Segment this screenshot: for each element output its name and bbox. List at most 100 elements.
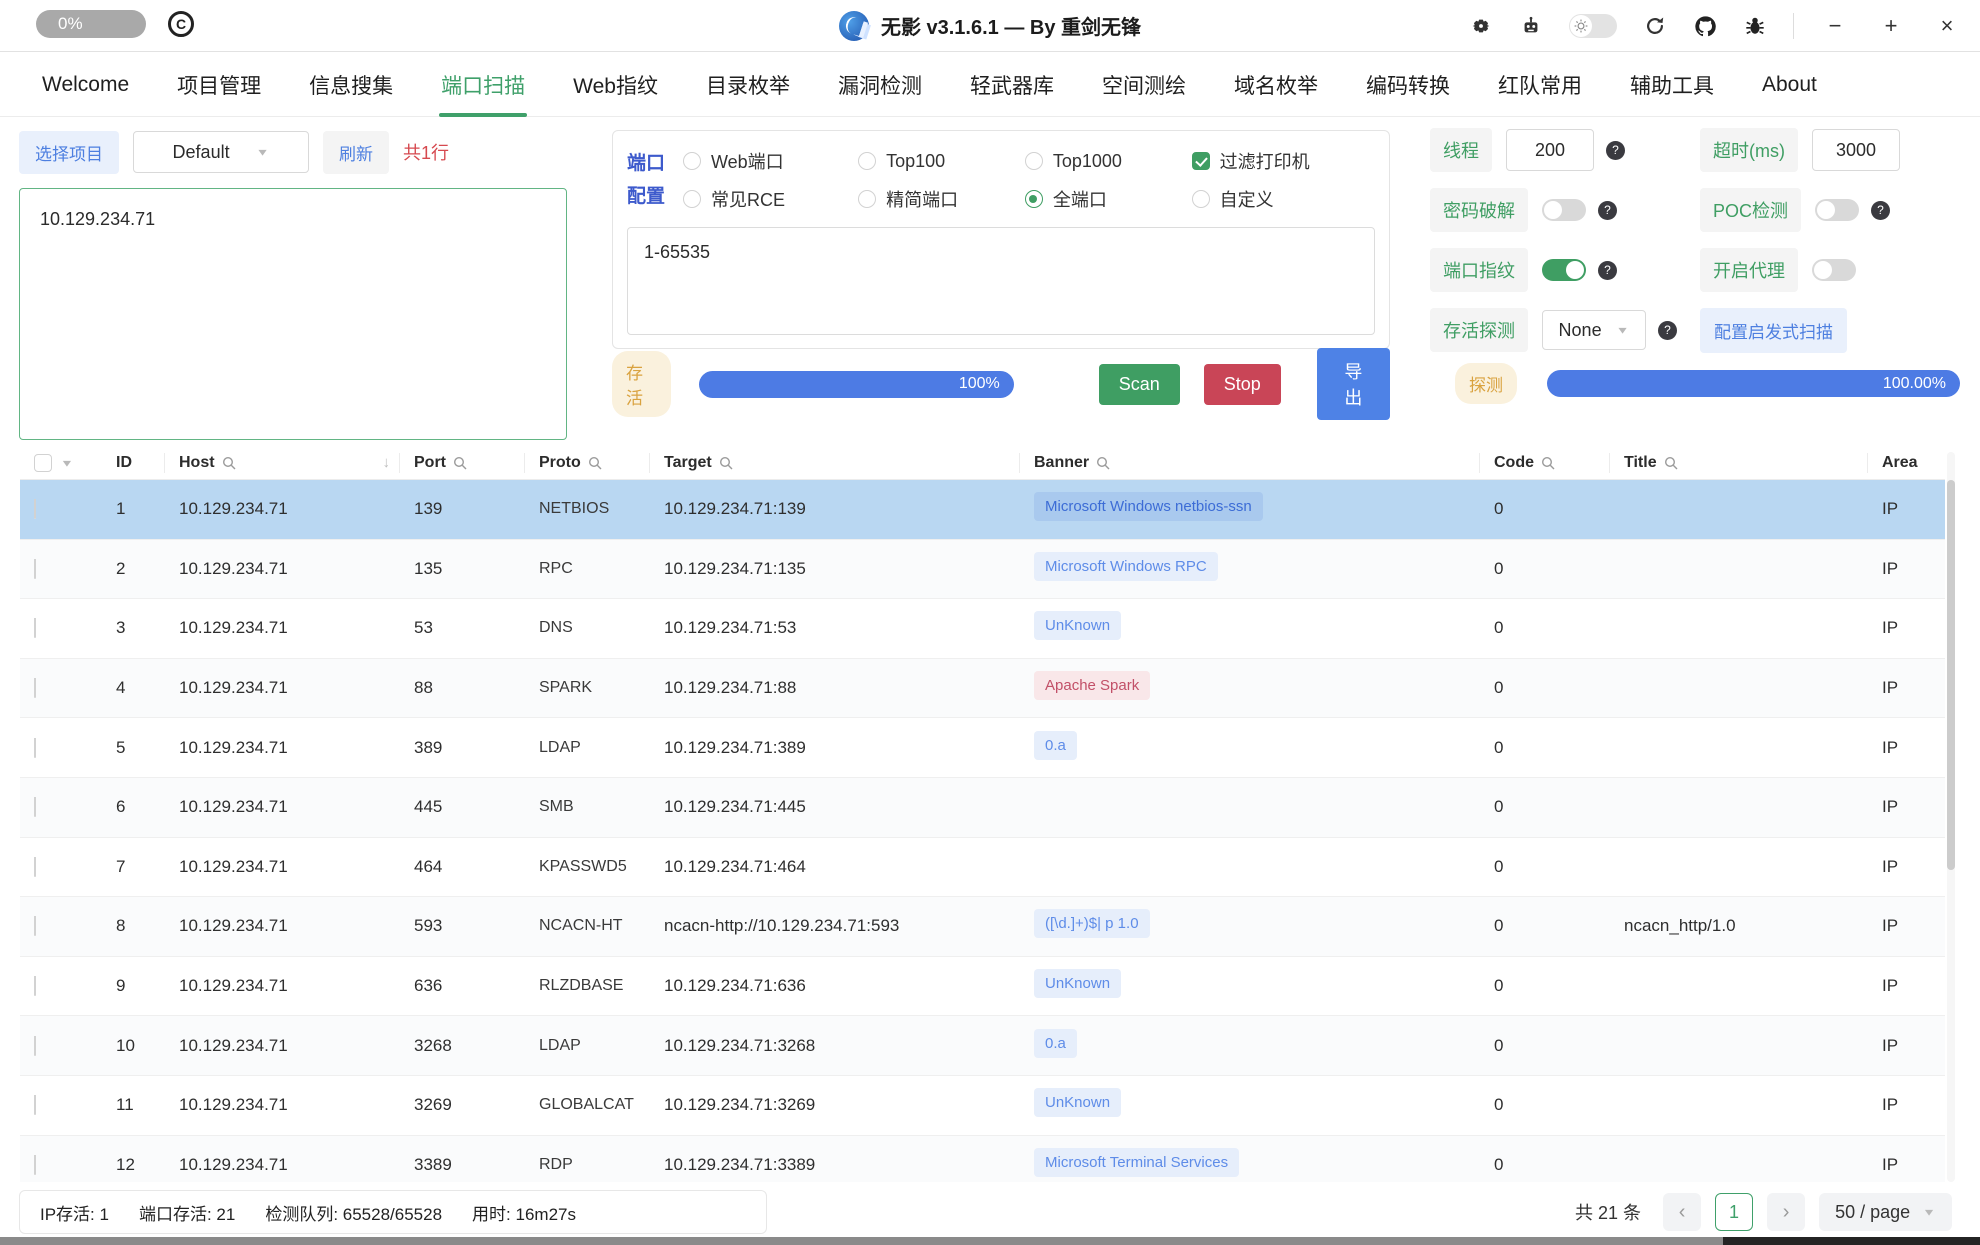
current-page-button[interactable]: 1 [1715, 1193, 1754, 1231]
port-option-Top100[interactable]: Top100 [858, 147, 1025, 175]
page-size-select[interactable]: 50 / page ▼ [1819, 1193, 1952, 1231]
table-row[interactable]: 2 10.129.234.71 135 RPC 10.129.234.71:13… [20, 539, 1945, 600]
nav-tab-Welcome[interactable]: Welcome [18, 53, 153, 116]
stop-button[interactable]: Stop [1203, 363, 1281, 405]
search-icon[interactable] [1096, 456, 1110, 470]
targets-input[interactable] [19, 188, 567, 440]
row-checkbox[interactable] [34, 797, 36, 818]
table-row[interactable]: 8 10.129.234.71 593 NCACN-HT ncacn-http:… [20, 897, 1945, 957]
gear-icon[interactable] [1469, 14, 1493, 38]
nav-tab-About[interactable]: About [1738, 53, 1841, 116]
help-icon[interactable]: ? [1871, 200, 1891, 220]
row-checkbox[interactable] [34, 678, 36, 699]
row-checkbox[interactable] [34, 976, 36, 997]
chevron-down-icon[interactable]: ▼ [60, 457, 74, 468]
search-icon[interactable] [1541, 456, 1555, 470]
radio-icon[interactable] [858, 190, 877, 209]
help-icon[interactable]: ? [1606, 140, 1625, 160]
nav-tab-目录枚举[interactable]: 目录枚举 [682, 53, 814, 116]
search-icon[interactable] [453, 456, 467, 470]
circle-c-icon[interactable]: C [168, 11, 194, 37]
table-row[interactable]: 12 10.129.234.71 3389 RDP 10.129.234.71:… [20, 1135, 1945, 1182]
nav-tab-轻武器库[interactable]: 轻武器库 [946, 53, 1078, 116]
horizontal-scrollbar-thumb[interactable] [0, 1237, 1723, 1245]
radio-icon[interactable] [1191, 190, 1210, 209]
prev-page-button[interactable]: ‹ [1663, 1193, 1702, 1231]
port-option-过滤打印机[interactable]: 过滤打印机 [1191, 147, 1375, 175]
refresh-button[interactable]: 刷新 [323, 130, 389, 174]
nav-tab-项目管理[interactable]: 项目管理 [153, 53, 285, 116]
port-option-常见RCE[interactable]: 常见RCE [683, 185, 858, 213]
header-banner[interactable]: Banner [1020, 446, 1480, 479]
port-fingerprint-toggle[interactable] [1542, 259, 1586, 281]
password-crack-toggle[interactable] [1542, 199, 1586, 221]
port-option-Web端口[interactable]: Web端口 [683, 147, 858, 175]
row-checkbox[interactable] [34, 558, 36, 579]
table-row[interactable]: 6 10.129.234.71 445 SMB 10.129.234.71:44… [20, 777, 1945, 838]
table-row[interactable]: 11 10.129.234.71 3269 GLOBALCAT 10.129.2… [20, 1075, 1945, 1136]
bug-icon[interactable] [1743, 14, 1767, 38]
project-select[interactable]: Default ▼ [133, 131, 309, 173]
row-checkbox[interactable] [34, 1154, 36, 1175]
table-row[interactable]: 1 10.129.234.71 139 NETBIOS 10.129.234.7… [20, 480, 1945, 540]
refresh-icon[interactable] [1643, 14, 1667, 38]
search-icon[interactable] [1664, 456, 1678, 470]
table-row[interactable]: 3 10.129.234.71 53 DNS 10.129.234.71:53 … [20, 599, 1945, 659]
checkbox-icon[interactable] [1191, 152, 1210, 171]
radio-icon[interactable] [1024, 190, 1043, 209]
proxy-toggle[interactable] [1812, 259, 1856, 281]
table-row[interactable]: 5 10.129.234.71 389 LDAP 10.129.234.71:3… [20, 718, 1945, 778]
nav-tab-Web指纹[interactable]: Web指纹 [549, 53, 682, 116]
header-proto[interactable]: Proto [525, 446, 650, 479]
port-option-全端口[interactable]: 全端口 [1024, 185, 1192, 213]
header-id[interactable]: ID [80, 446, 165, 479]
next-page-button[interactable]: › [1767, 1193, 1806, 1231]
search-icon[interactable] [588, 456, 602, 470]
nav-tab-信息搜集[interactable]: 信息搜集 [285, 53, 417, 116]
nav-tab-域名枚举[interactable]: 域名枚举 [1210, 53, 1342, 116]
row-checkbox[interactable] [34, 618, 36, 639]
row-checkbox[interactable] [34, 499, 36, 520]
ports-range-input[interactable] [627, 227, 1375, 335]
alive-detect-select[interactable]: None ▼ [1542, 310, 1646, 350]
table-scrollbar[interactable] [1947, 452, 1955, 1182]
table-row[interactable]: 9 10.129.234.71 636 RLZDBASE 10.129.234.… [20, 956, 1945, 1017]
select-all-checkbox[interactable] [34, 453, 52, 472]
header-title[interactable]: Title [1610, 446, 1868, 479]
poc-detect-toggle[interactable] [1815, 199, 1860, 221]
header-port[interactable]: Port [400, 446, 525, 479]
row-checkbox[interactable] [34, 856, 36, 877]
search-icon[interactable] [222, 456, 236, 470]
port-option-Top1000[interactable]: Top1000 [1024, 147, 1192, 175]
radio-icon[interactable] [858, 152, 877, 171]
port-option-精简端口[interactable]: 精简端口 [858, 185, 1025, 213]
header-target[interactable]: Target [650, 446, 1020, 479]
port-option-自定义[interactable]: 自定义 [1191, 185, 1375, 213]
github-icon[interactable] [1693, 14, 1717, 38]
robot-icon[interactable] [1519, 14, 1543, 38]
table-row[interactable]: 4 10.129.234.71 88 SPARK 10.129.234.71:8… [20, 658, 1945, 719]
radio-icon[interactable] [1024, 152, 1043, 171]
header-host[interactable]: Host ↓ [165, 446, 400, 479]
close-button[interactable]: × [1932, 11, 1962, 41]
search-icon[interactable] [719, 456, 733, 470]
row-checkbox[interactable] [34, 916, 36, 937]
radio-icon[interactable] [683, 190, 701, 209]
scrollbar-thumb[interactable] [1947, 480, 1955, 870]
radio-icon[interactable] [683, 152, 701, 171]
thread-input[interactable] [1506, 129, 1594, 171]
scan-button[interactable]: Scan [1098, 363, 1180, 405]
nav-tab-空间测绘[interactable]: 空间测绘 [1078, 53, 1210, 116]
row-checkbox[interactable] [34, 1095, 36, 1116]
row-checkbox[interactable] [34, 737, 36, 758]
theme-toggle[interactable] [1569, 14, 1617, 38]
timeout-input[interactable] [1811, 129, 1900, 171]
sort-descending-icon[interactable]: ↓ [383, 454, 391, 471]
row-checkbox[interactable] [34, 1035, 36, 1056]
maximize-button[interactable]: + [1876, 11, 1906, 41]
export-button[interactable]: 导出 [1316, 348, 1390, 420]
table-row[interactable]: 10 10.129.234.71 3268 LDAP 10.129.234.71… [20, 1016, 1945, 1076]
nav-tab-辅助工具[interactable]: 辅助工具 [1606, 53, 1738, 116]
nav-tab-编码转换[interactable]: 编码转换 [1342, 53, 1474, 116]
table-row[interactable]: 7 10.129.234.71 464 KPASSWD5 10.129.234.… [20, 837, 1945, 898]
